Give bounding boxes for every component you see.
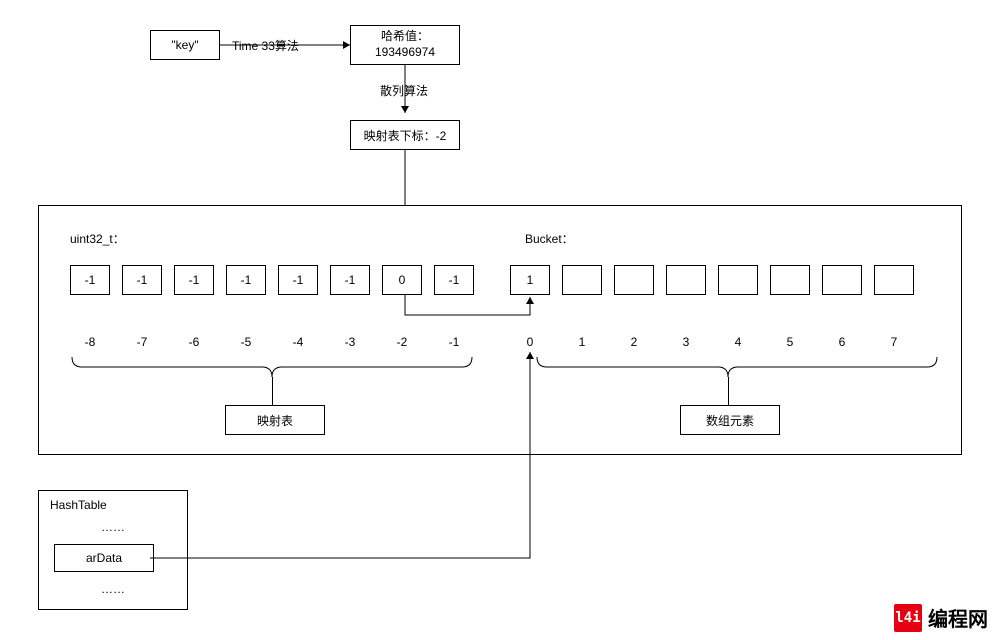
bucket-cell: [874, 265, 914, 295]
map-cell: -1: [70, 265, 110, 295]
index-label: -7: [122, 335, 162, 349]
bucket-cell: [666, 265, 706, 295]
map-cell: -1: [122, 265, 162, 295]
bucket-cells-row: 1: [510, 265, 914, 295]
hashtable-dots2: ……: [44, 576, 182, 602]
index-label: -8: [70, 335, 110, 349]
map-cell: -1: [434, 265, 474, 295]
watermark: l4i 编程网: [894, 603, 988, 632]
bucket-cell: [562, 265, 602, 295]
hash-value: 193496974: [375, 45, 435, 61]
arrow-hash-to-mapindex: [400, 65, 410, 120]
index-label: 0: [510, 335, 550, 349]
key-box: "key": [150, 30, 220, 60]
index-label: -6: [174, 335, 214, 349]
brace-to-arrayelem-line: [728, 377, 729, 405]
mapindex-text: 映射表下标：-2: [364, 127, 447, 144]
ardata-label: arData: [86, 551, 122, 565]
right-brace: [535, 355, 939, 385]
hash-value-box: 哈希值： 193496974: [350, 25, 460, 65]
bucket-cell: [770, 265, 810, 295]
index-label: 5: [770, 335, 810, 349]
bucket-cell: [718, 265, 758, 295]
key-text: "key": [171, 38, 198, 52]
watermark-logo-icon: l4i: [894, 604, 922, 632]
index-label: 6: [822, 335, 862, 349]
index-label: -1: [434, 335, 474, 349]
arrow-key-to-hash: [220, 40, 360, 50]
bucket-cell: [614, 265, 654, 295]
index-label: 3: [666, 335, 706, 349]
index-label: 2: [614, 335, 654, 349]
map-cell: 0: [382, 265, 422, 295]
map-cell: -1: [278, 265, 318, 295]
map-cells-row: -1 -1 -1 -1 -1 -1 0 -1: [70, 265, 474, 295]
index-label: -5: [226, 335, 266, 349]
hash-label: 哈希值：: [381, 29, 429, 45]
index-label: -4: [278, 335, 318, 349]
indices-row-right: 0 1 2 3 4 5 6 7: [510, 335, 914, 349]
index-label: 4: [718, 335, 758, 349]
arrow-cell-to-bucket: [380, 295, 540, 325]
index-label: -2: [382, 335, 422, 349]
index-label: 7: [874, 335, 914, 349]
mapindex-box: 映射表下标：-2: [350, 120, 460, 150]
watermark-text: 编程网: [928, 603, 988, 632]
bucket-cell: 1: [510, 265, 550, 295]
ardata-box: arData: [54, 544, 154, 572]
bucket-cell: [822, 265, 862, 295]
index-label: 1: [562, 335, 602, 349]
map-cell: -1: [226, 265, 266, 295]
map-cell: -1: [330, 265, 370, 295]
uint32-label: uint32_t：: [70, 230, 125, 247]
indices-row: -8 -7 -6 -5 -4 -3 -2 -1: [70, 335, 474, 349]
map-cell: -1: [174, 265, 214, 295]
index-label: -3: [330, 335, 370, 349]
bucket-label: Bucket：: [525, 230, 574, 247]
array-elem-label-box: 数组元素: [680, 405, 780, 435]
array-elem-label: 数组元素: [706, 412, 754, 429]
arrow-ardata-to-index0: [150, 350, 540, 565]
